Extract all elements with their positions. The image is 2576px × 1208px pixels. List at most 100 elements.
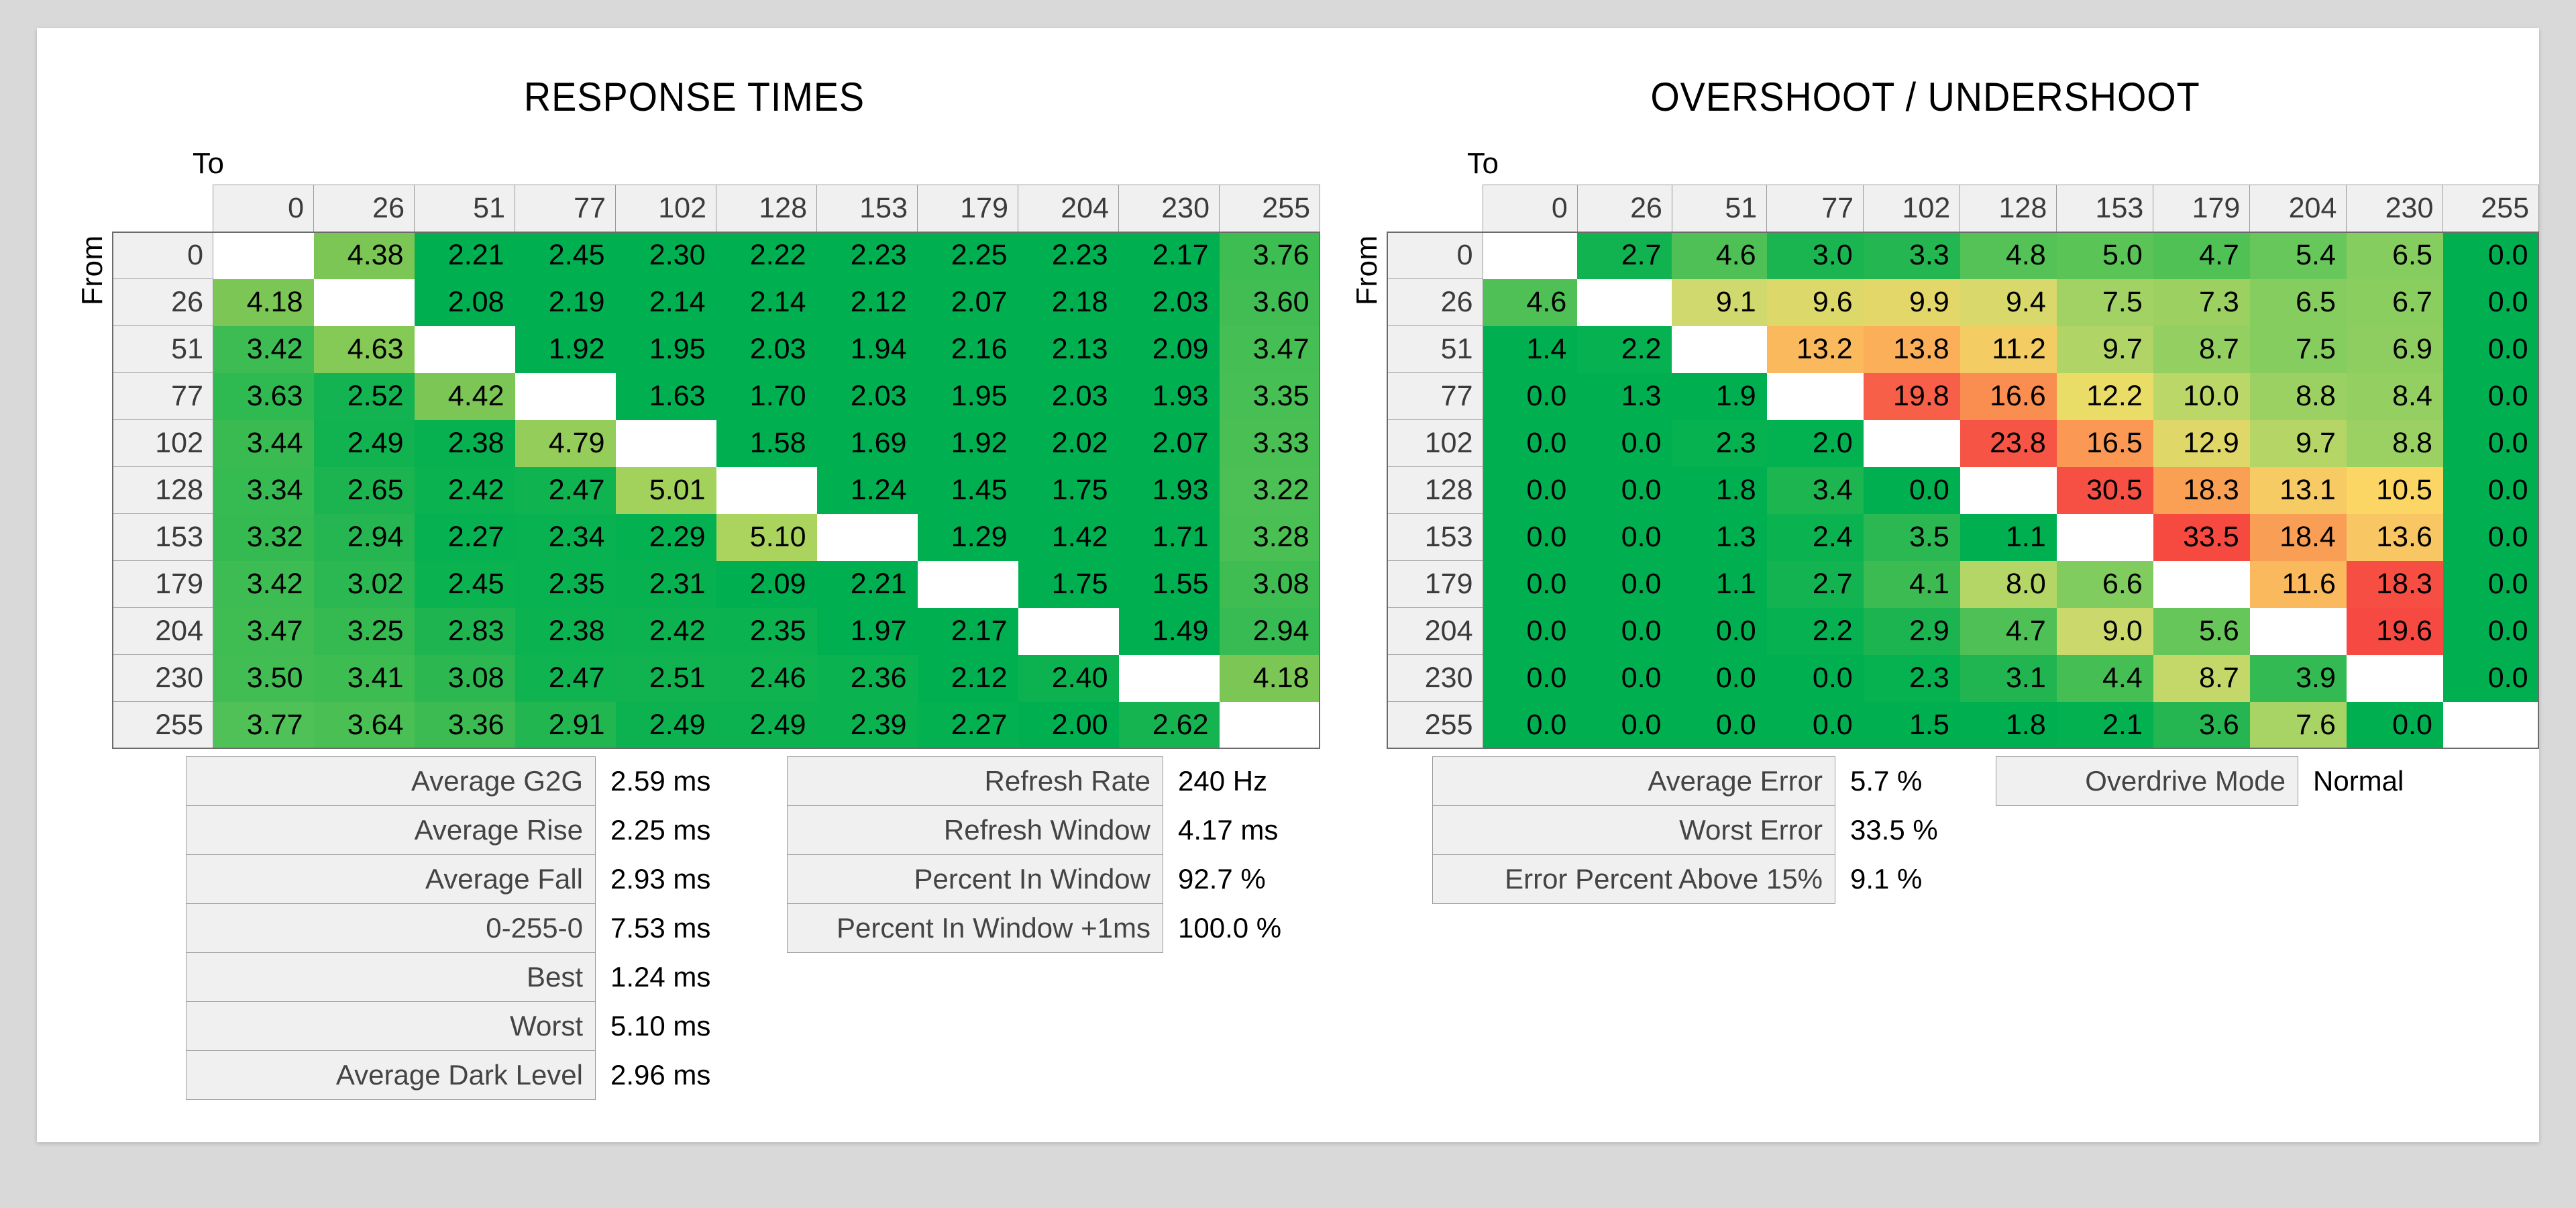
response-stat-value: 2.25 ms: [610, 814, 711, 846]
response-cell: 2.39: [816, 701, 918, 749]
response-row: 204 3.47 3.25 2.83 2.38 2.42 2.35 1.97 2.17 1.49 2…: [112, 607, 1320, 655]
overshoot-panel: OVERSHOOT / UNDERSHOOT To From 0 26 51 77 10…: [1311, 28, 2539, 904]
response-cell: 2.07: [1118, 419, 1220, 467]
overshoot-col-header: 179: [2153, 185, 2251, 232]
response-cell: 3.34: [213, 466, 314, 514]
response-cell: 3.44: [213, 419, 314, 467]
overshoot-row: 0 2.7 4.6 3.0 3.3 4.8 5.0 4.7 5.4 6.5 0.0: [1387, 232, 2539, 279]
overshoot-cell: 2.3: [1672, 419, 1767, 467]
response-row-header: 204: [112, 607, 213, 655]
response-cell: 2.14: [716, 279, 817, 326]
overshoot-stat-label: Worst Error: [1432, 805, 1835, 855]
response-col-header: 204: [1018, 185, 1119, 232]
overshoot-stat-label: Average Error: [1432, 756, 1835, 806]
overshoot-cell: 5.6: [2153, 607, 2250, 655]
response-cell: 3.08: [414, 654, 515, 702]
response-cell-diagonal: [414, 325, 515, 373]
overshoot-cell: 13.8: [1863, 325, 1960, 373]
response-stat-row: Average Rise 2.25 ms: [186, 805, 711, 855]
response-cell: 2.36: [816, 654, 918, 702]
overshoot-cell: 0.0: [1577, 560, 1672, 608]
overshoot-corner: [1387, 185, 1483, 232]
response-row: 153 3.32 2.94 2.27 2.34 2.29 5.10 1.29 1.42 1.71 3…: [112, 513, 1320, 561]
response-row-header: 179: [112, 560, 213, 608]
overshoot-row-header: 255: [1387, 701, 1483, 749]
response-cell: 1.69: [816, 419, 918, 467]
overshoot-stats-mode: Overdrive Mode Normal: [1996, 756, 2404, 806]
overshoot-row: 153 0.0 0.0 1.3 2.4 3.5 1.1 33.5 18.4 13.6 0.0: [1387, 513, 2539, 561]
response-cell-diagonal: [917, 560, 1018, 608]
overshoot-cell: 4.8: [1960, 232, 2057, 279]
response-cell-diagonal: [213, 232, 314, 279]
overshoot-cell: 6.6: [2056, 560, 2153, 608]
response-cell: 2.23: [1018, 232, 1119, 279]
response-cell: 2.18: [1018, 279, 1119, 326]
overshoot-cell: 3.9: [2249, 654, 2347, 702]
overshoot-cell: 8.7: [2153, 325, 2250, 373]
overshoot-stat-row: Worst Error 33.5 %: [1432, 805, 1939, 855]
response-col-header: 51: [414, 185, 515, 232]
response-cell: 2.47: [515, 466, 616, 514]
response-cell-diagonal: [1018, 607, 1119, 655]
response-stats-refresh: Refresh Rate 240 Hz Refresh Window 4.17 ms P…: [787, 756, 1282, 953]
overshoot-row-header: 153: [1387, 513, 1483, 561]
overshoot-row-header: 128: [1387, 466, 1483, 514]
overshoot-cell: 0.0: [1577, 466, 1672, 514]
overshoot-col-header: 26: [1576, 185, 1672, 232]
response-cell: 2.42: [414, 466, 515, 514]
overshoot-cell: 4.7: [2153, 232, 2250, 279]
overshoot-cell: 1.9: [1672, 372, 1767, 420]
overshoot-col-header: 0: [1482, 185, 1578, 232]
overshoot-row-header: 230: [1387, 654, 1483, 702]
overshoot-cell: 19.8: [1863, 372, 1960, 420]
overshoot-cell-diagonal: [1960, 466, 2057, 514]
response-col-header: 102: [615, 185, 716, 232]
response-row-header: 128: [112, 466, 213, 514]
overshoot-cell: 1.8: [1672, 466, 1767, 514]
overshoot-cell: 12.2: [2056, 372, 2153, 420]
overshoot-cell: 1.5: [1863, 701, 1960, 749]
response-cell: 1.75: [1018, 466, 1119, 514]
response-times-title: RESPONSE TIMES: [523, 74, 865, 119]
overshoot-cell: 7.3: [2153, 279, 2250, 326]
response-stat-row: Average G2G 2.59 ms: [186, 756, 711, 806]
overshoot-cell: 0.0: [2443, 560, 2539, 608]
overshoot-col-header: 255: [2443, 185, 2539, 232]
response-row-header: 51: [112, 325, 213, 373]
overshoot-cell: 10.0: [2153, 372, 2250, 420]
overshoot-cell: 18.3: [2346, 560, 2443, 608]
response-cell: 2.31: [615, 560, 716, 608]
overshoot-cell: 0.0: [2443, 607, 2539, 655]
overshoot-cell: 7.6: [2249, 701, 2347, 749]
overshoot-cell: 0.0: [1672, 654, 1767, 702]
response-cell: 2.40: [1018, 654, 1119, 702]
overshoot-cell: 33.5: [2153, 513, 2250, 561]
response-cell: 2.27: [414, 513, 515, 561]
response-cell: 2.65: [313, 466, 415, 514]
refresh-stat-row: Percent In Window 92.7 %: [787, 854, 1282, 904]
response-cell: 1.92: [515, 325, 616, 373]
response-from-axis-label: From: [76, 235, 109, 305]
overshoot-cell: 0.0: [1577, 607, 1672, 655]
response-stat-label: Average Dark Level: [186, 1050, 596, 1100]
overshoot-cell: 5.0: [2056, 232, 2153, 279]
overshoot-cell-diagonal: [2249, 607, 2347, 655]
response-cell: 3.02: [313, 560, 415, 608]
response-cell: 2.27: [917, 701, 1018, 749]
response-cell: 4.42: [414, 372, 515, 420]
response-cell: 5.10: [716, 513, 817, 561]
overshoot-cell: 2.7: [1577, 232, 1672, 279]
overshoot-to-axis-label: To: [1467, 147, 1499, 180]
response-cell: 2.94: [1219, 607, 1320, 655]
response-cell: 3.41: [313, 654, 415, 702]
overshoot-cell: 0.0: [2443, 372, 2539, 420]
overshoot-cell: 12.9: [2153, 419, 2250, 467]
overshoot-row: 230 0.0 0.0 0.0 0.0 2.3 3.1 4.4 8.7 3.9 0.0: [1387, 654, 2539, 702]
response-cell: 2.35: [716, 607, 817, 655]
overshoot-row-header: 26: [1387, 279, 1483, 326]
response-col-header: 179: [917, 185, 1018, 232]
overshoot-cell-diagonal: [2346, 654, 2443, 702]
overshoot-col-header: 128: [1960, 185, 2057, 232]
overshoot-row-header: 204: [1387, 607, 1483, 655]
overdrive-stat-label: Overdrive Mode: [1996, 756, 2298, 806]
